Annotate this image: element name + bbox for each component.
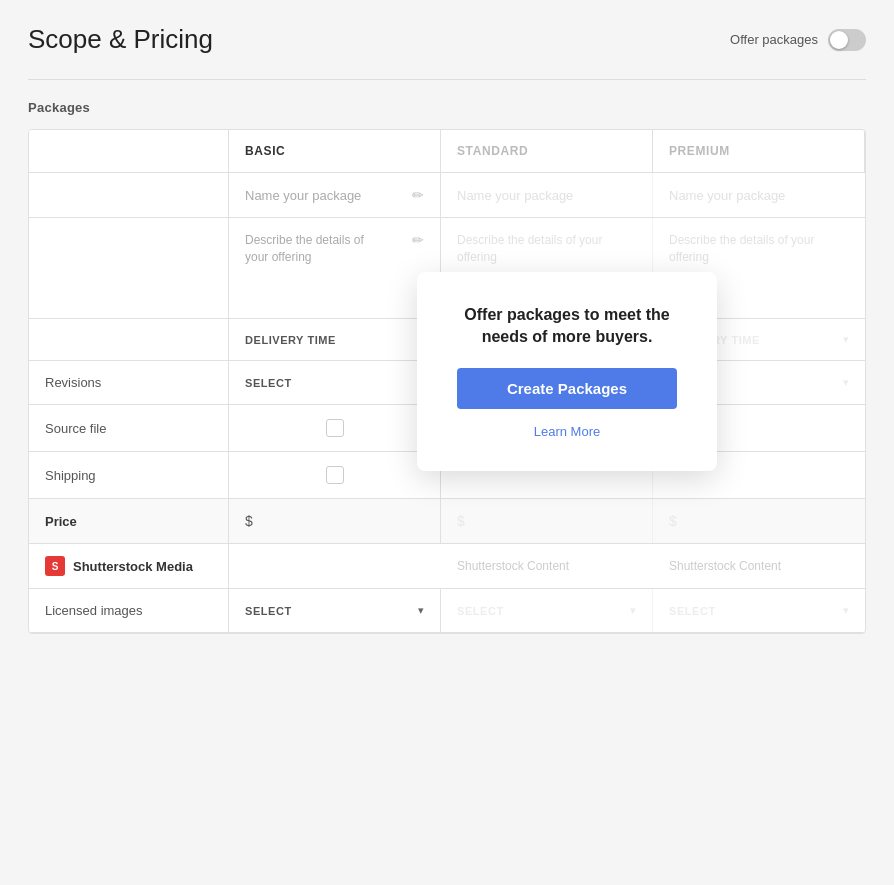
- offer-packages-label: Offer packages: [730, 32, 818, 47]
- basic-price-symbol: $: [245, 513, 253, 529]
- revisions-row-label: Revisions: [29, 361, 229, 404]
- premium-price-cell: $: [653, 499, 865, 543]
- basic-licensed-chevron: ▾: [418, 604, 424, 617]
- shutterstock-row: S Shutterstock Media Shutterstock Conten…: [29, 544, 865, 589]
- basic-licensed-images-cell[interactable]: SELECT ▾: [229, 589, 441, 632]
- premium-licensed-images-cell: SELECT ▾: [653, 589, 865, 632]
- standard-name-placeholder: Name your package: [457, 188, 636, 203]
- shutterstock-premium-content: Shutterstock Content: [653, 547, 865, 585]
- shutterstock-label: Shutterstock Media: [73, 559, 193, 574]
- basic-source-file-checkbox[interactable]: [326, 419, 344, 437]
- basic-describe-edit-icon[interactable]: ✏: [412, 232, 424, 248]
- basic-delivery-label: DELIVERY TIME: [245, 334, 336, 346]
- premium-licensed-chevron: ▾: [843, 604, 849, 617]
- header-divider: [28, 79, 866, 80]
- price-label: Price: [29, 499, 229, 543]
- packages-table: BASIC STANDARD PREMIUM Name your package…: [28, 129, 866, 634]
- basic-name-edit-icon[interactable]: ✏: [412, 187, 424, 203]
- standard-licensed-images-cell: SELECT ▾: [441, 589, 653, 632]
- premium-revisions-chevron: ▾: [843, 376, 849, 389]
- col-standard-header: STANDARD: [441, 130, 653, 172]
- standard-describe-placeholder: Describe the details of your offering: [457, 232, 636, 266]
- basic-describe-cell[interactable]: Describe the details ofyour offering ✏: [229, 218, 441, 318]
- basic-price-cell[interactable]: $: [229, 499, 441, 543]
- name-row: Name your package ✏ Name your package Na…: [29, 173, 865, 218]
- standard-price-cell: $: [441, 499, 653, 543]
- delivery-row-label: [29, 319, 229, 360]
- create-packages-button[interactable]: Create Packages: [457, 368, 677, 409]
- basic-revisions-label: SELECT: [245, 377, 292, 389]
- standard-licensed-images-select: SELECT: [457, 605, 504, 617]
- basic-describe-placeholder: Describe the details ofyour offering: [245, 232, 404, 266]
- table-header-row: BASIC STANDARD PREMIUM: [29, 130, 865, 173]
- shutterstock-standard-content: Shutterstock Content: [441, 547, 653, 585]
- overlay-title: Offer packages to meet the needs of more…: [457, 304, 677, 349]
- basic-name-placeholder: Name your package: [245, 188, 404, 203]
- premium-price-symbol: $: [669, 513, 677, 529]
- packages-section-title: Packages: [28, 100, 866, 115]
- basic-shipping-cell[interactable]: [229, 452, 441, 498]
- shipping-label: Shipping: [29, 452, 229, 498]
- source-file-label: Source file: [29, 405, 229, 451]
- col-basic-header: BASIC: [229, 130, 441, 172]
- basic-shipping-checkbox[interactable]: [326, 466, 344, 484]
- learn-more-link[interactable]: Learn More: [534, 424, 600, 439]
- licensed-images-row: Licensed images SELECT ▾ SELECT ▾ SELECT…: [29, 589, 865, 633]
- basic-delivery-cell[interactable]: DELIVERY TIME ▾: [229, 319, 441, 360]
- price-row: Price $ $ $: [29, 499, 865, 544]
- premium-delivery-chevron: ▾: [843, 333, 849, 346]
- standard-price-symbol: $: [457, 513, 465, 529]
- standard-licensed-chevron: ▾: [630, 604, 636, 617]
- premium-licensed-images-select: SELECT: [669, 605, 716, 617]
- basic-source-file-cell[interactable]: [229, 405, 441, 451]
- packages-overlay: Offer packages to meet the needs of more…: [417, 272, 717, 472]
- basic-name-cell[interactable]: Name your package ✏: [229, 173, 441, 217]
- standard-name-cell: Name your package: [441, 173, 653, 217]
- premium-name-cell: Name your package: [653, 173, 865, 217]
- premium-name-placeholder: Name your package: [669, 188, 849, 203]
- col-premium-header: PREMIUM: [653, 130, 865, 172]
- licensed-images-label: Licensed images: [29, 589, 229, 632]
- basic-revisions-cell[interactable]: SELECT ▾: [229, 361, 441, 404]
- premium-describe-placeholder: Describe the details of your offering: [669, 232, 849, 266]
- describe-row-label: [29, 218, 229, 318]
- offer-packages-toggle[interactable]: [828, 29, 866, 51]
- col-empty-header: [29, 130, 229, 172]
- basic-licensed-images-select: SELECT: [245, 605, 292, 617]
- shutterstock-icon: S: [45, 556, 65, 576]
- page-title: Scope & Pricing: [28, 24, 213, 55]
- name-row-label: [29, 173, 229, 217]
